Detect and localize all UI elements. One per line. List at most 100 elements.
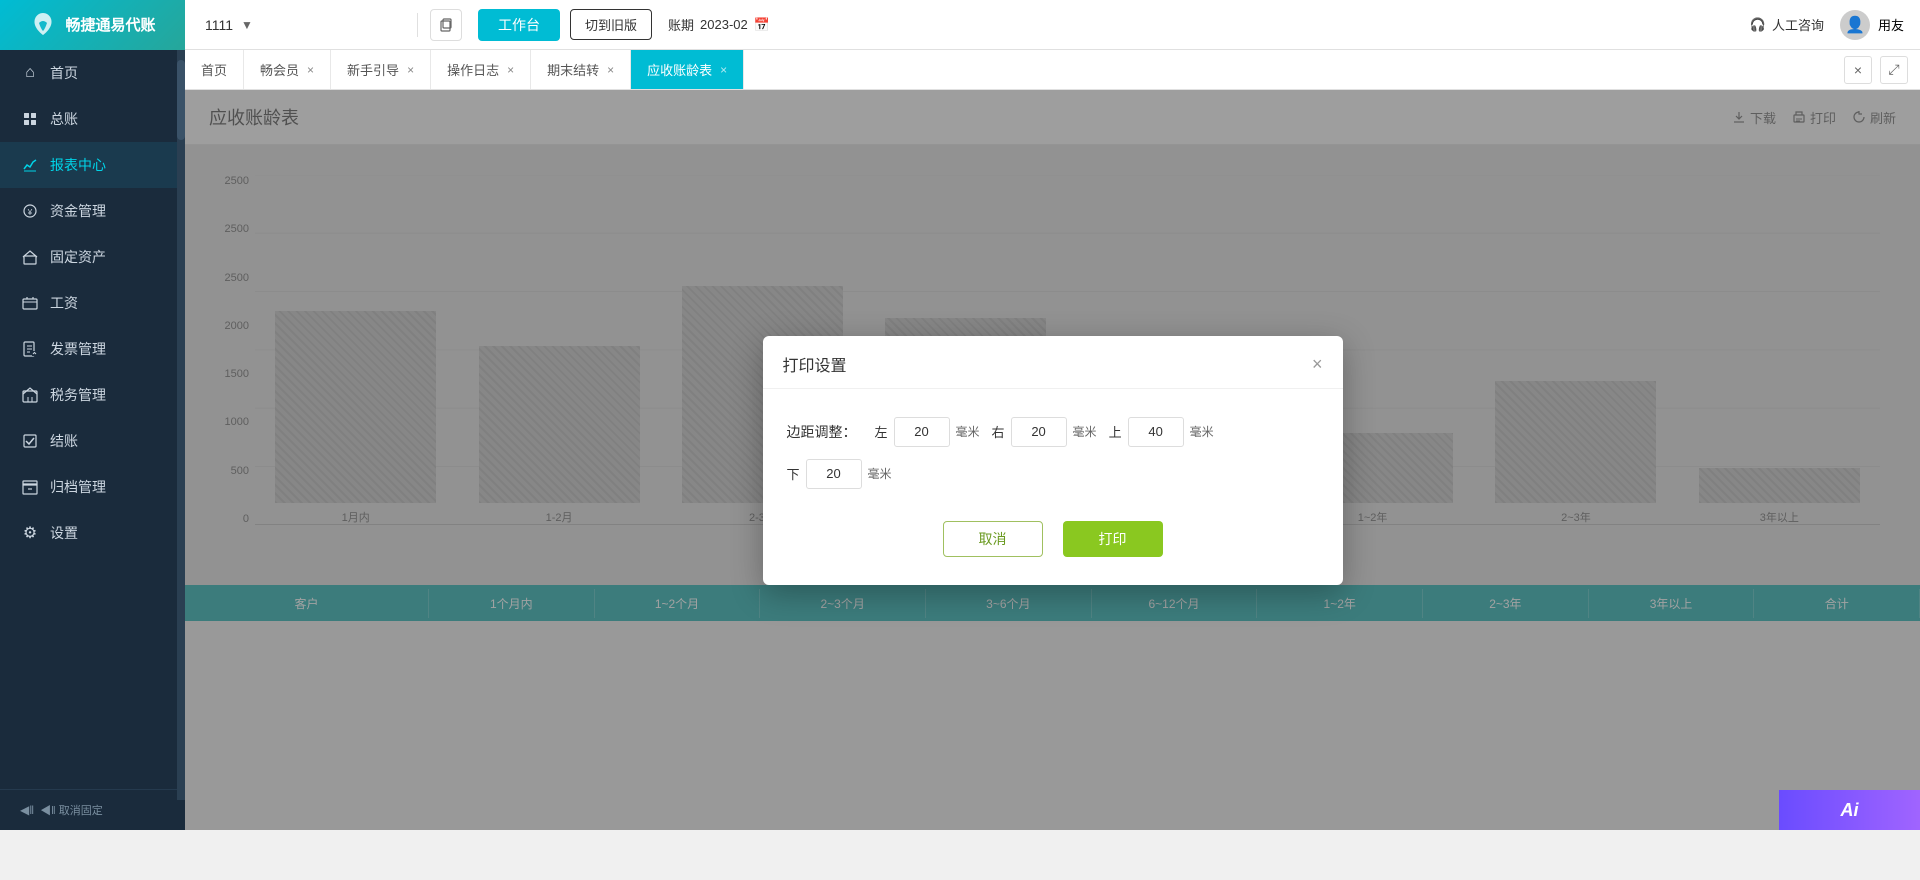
calendar-icon[interactable]: 📅: [754, 17, 770, 33]
margin-label: 边距调整：: [787, 422, 857, 442]
cancel-button[interactable]: 取消: [943, 521, 1043, 557]
tab-ar-aging-close[interactable]: ×: [720, 63, 727, 77]
scroll-indicator: [177, 50, 185, 800]
sidebar-label-archive: 归档管理: [50, 477, 106, 497]
header-right: 🎧 人工咨询 👤 用友: [1750, 10, 1904, 40]
period-value: 2023-02: [700, 17, 748, 32]
support-label: 人工咨询: [1772, 15, 1824, 34]
tab-oplog-close[interactable]: ×: [507, 63, 514, 77]
tab-period-end[interactable]: 期末结转 ×: [531, 50, 631, 89]
margin-left-unit: 毫米: [956, 423, 980, 440]
margin-bottom-unit: 毫米: [868, 465, 892, 482]
tab-home-label: 首页: [201, 60, 227, 79]
user-area[interactable]: 👤 用友: [1840, 10, 1904, 40]
sidebar-item-invoice[interactable]: 发票管理: [0, 326, 185, 372]
switch-version-button[interactable]: 切到旧版: [570, 9, 652, 40]
tab-guide-close[interactable]: ×: [407, 63, 414, 77]
tab-actions: × ⤢: [1832, 50, 1920, 89]
sidebar-item-salary[interactable]: 工资: [0, 280, 185, 326]
margin-top-input[interactable]: [1128, 417, 1184, 447]
main-content: 首页 畅会员 × 新手引导 × 操作日志 × 期末结转 × 应收账龄表 × × …: [185, 50, 1920, 830]
sidebar-item-tax[interactable]: 税务管理: [0, 372, 185, 418]
sidebar-collapse-button[interactable]: ◀‖ ◀‖ 取消固定: [0, 789, 185, 830]
tab-period-end-close[interactable]: ×: [607, 63, 614, 77]
tab-member-label: 畅会员: [260, 60, 299, 79]
sidebar-label-salary: 工资: [50, 293, 78, 313]
collapse-icon: ◀‖: [20, 803, 34, 817]
sidebar-label-funds: 资金管理: [50, 201, 106, 221]
dialog-header: 打印设置 ×: [763, 336, 1343, 389]
tab-member[interactable]: 畅会员 ×: [244, 50, 331, 89]
company-dropdown-icon: ▼: [241, 18, 253, 32]
tax-icon: [20, 385, 40, 405]
tab-member-close[interactable]: ×: [307, 63, 314, 77]
period-area: 账期 2023-02 📅: [668, 15, 770, 34]
sidebar: ⌂ 首页 总账 报表中心: [0, 50, 185, 830]
ai-badge[interactable]: Ai: [1779, 790, 1920, 830]
tab-ar-aging-label: 应收账龄表: [647, 60, 712, 79]
tab-ar-aging[interactable]: 应收账龄表 ×: [631, 50, 744, 89]
margin-top-unit: 毫米: [1190, 423, 1214, 440]
sidebar-item-settings[interactable]: ⚙ 设置: [0, 510, 185, 556]
company-selector[interactable]: 1111 ▼: [205, 17, 405, 33]
margin-row: 边距调整： 左 毫米 右 毫米 上: [787, 417, 1319, 489]
sidebar-label-invoice: 发票管理: [50, 339, 106, 359]
sidebar-scroll: ⌂ 首页 总账 报表中心: [0, 50, 185, 789]
margin-right-label: 右: [992, 422, 1005, 441]
sidebar-item-archive[interactable]: 归档管理: [0, 464, 185, 510]
dialog-title: 打印设置: [783, 352, 847, 376]
margin-bottom-label: 下: [787, 464, 800, 483]
headset-icon: 🎧: [1750, 17, 1766, 33]
logo-icon: [29, 11, 57, 39]
copy-button[interactable]: [430, 9, 462, 41]
sidebar-label-closing: 结账: [50, 431, 78, 451]
sidebar-item-reports[interactable]: 报表中心: [0, 142, 185, 188]
tab-maximize-button[interactable]: ⤢: [1880, 56, 1908, 84]
dialog-body: 边距调整： 左 毫米 右 毫米 上: [763, 389, 1343, 513]
archive-icon: [20, 477, 40, 497]
margin-right-group: 右 毫米: [992, 417, 1097, 447]
sidebar-item-funds[interactable]: ¥ 资金管理: [0, 188, 185, 234]
tab-guide[interactable]: 新手引导 ×: [331, 50, 431, 89]
closing-icon: [20, 431, 40, 451]
margin-left-label: 左: [875, 422, 888, 441]
sidebar-label-reports: 报表中心: [50, 155, 106, 175]
confirm-print-button[interactable]: 打印: [1063, 521, 1163, 557]
dialog-close-button[interactable]: ×: [1312, 355, 1323, 373]
collapse-label: ◀‖ 取消固定: [40, 802, 103, 818]
ledger-icon: [20, 109, 40, 129]
company-name: 1111: [205, 17, 233, 33]
page-content: 应收账龄表 下载 打印: [185, 90, 1920, 830]
print-settings-dialog: 打印设置 × 边距调整： 左 毫米 右 毫米: [763, 336, 1343, 585]
scroll-thumb: [177, 60, 185, 140]
sidebar-item-home[interactable]: ⌂ 首页: [0, 50, 185, 96]
margin-right-unit: 毫米: [1073, 423, 1097, 440]
dialog-overlay: 打印设置 × 边距调整： 左 毫米 右 毫米: [185, 90, 1920, 830]
margin-left-input[interactable]: [894, 417, 950, 447]
margin-bottom-input[interactable]: [806, 459, 862, 489]
funds-icon: ¥: [20, 201, 40, 221]
sidebar-label-ledger: 总账: [50, 109, 78, 129]
sidebar-item-assets[interactable]: 固定资产: [0, 234, 185, 280]
user-avatar: 👤: [1840, 10, 1870, 40]
logo-area: 畅捷通易代账: [0, 0, 185, 50]
tab-home[interactable]: 首页: [185, 50, 244, 89]
margin-top-label: 上: [1109, 422, 1122, 441]
logo-text: 畅捷通易代账: [65, 14, 155, 35]
support-button[interactable]: 🎧 人工咨询: [1750, 15, 1824, 34]
sidebar-label-assets: 固定资产: [50, 247, 106, 267]
tab-oplog[interactable]: 操作日志 ×: [431, 50, 531, 89]
workbench-button[interactable]: 工作台: [478, 9, 560, 41]
reports-icon: [20, 155, 40, 175]
settings-icon: ⚙: [20, 523, 40, 543]
tab-bar: 首页 畅会员 × 新手引导 × 操作日志 × 期末结转 × 应收账龄表 × × …: [185, 50, 1920, 90]
tab-period-end-label: 期末结转: [547, 60, 599, 79]
ai-badge-label: Ai: [1841, 800, 1859, 821]
tab-oplog-label: 操作日志: [447, 60, 499, 79]
sidebar-label-tax: 税务管理: [50, 385, 106, 405]
sidebar-item-ledger[interactable]: 总账: [0, 96, 185, 142]
assets-icon: [20, 247, 40, 267]
margin-right-input[interactable]: [1011, 417, 1067, 447]
tab-close-all-button[interactable]: ×: [1844, 56, 1872, 84]
sidebar-item-closing[interactable]: 结账: [0, 418, 185, 464]
